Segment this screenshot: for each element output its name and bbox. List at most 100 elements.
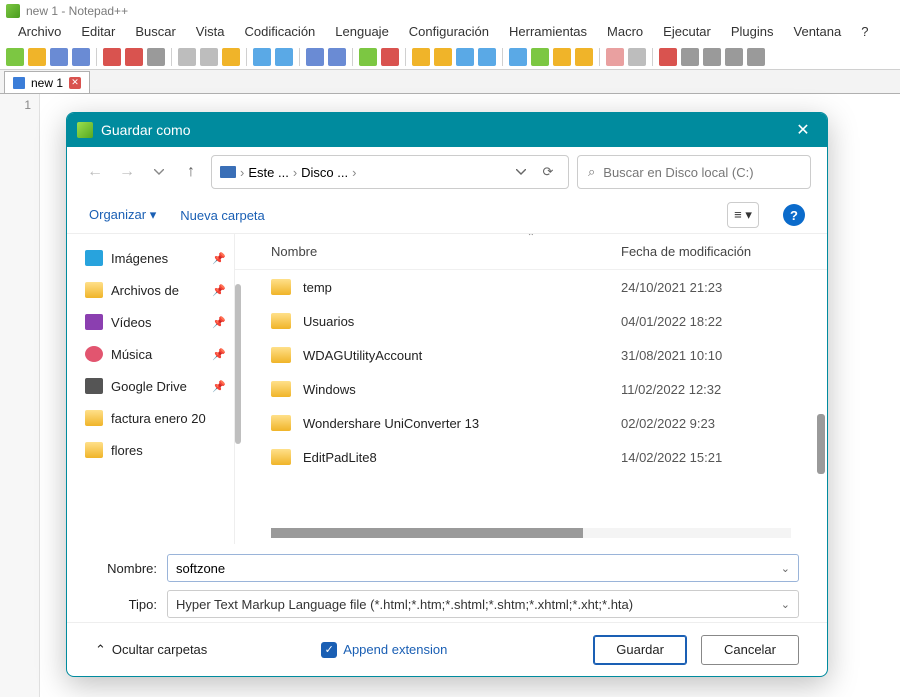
print-icon[interactable] xyxy=(147,48,165,66)
menu-vista[interactable]: Vista xyxy=(186,22,235,44)
cancel-button[interactable]: Cancelar xyxy=(701,635,799,665)
menu-ejecutar[interactable]: Ejecutar xyxy=(653,22,721,44)
menu-ventana[interactable]: Ventana xyxy=(784,22,852,44)
open-file-icon[interactable] xyxy=(28,48,46,66)
column-date[interactable]: Fecha de modificación xyxy=(621,244,811,259)
sidebar-item[interactable]: Google Drive📌 xyxy=(67,370,234,402)
menu-codificación[interactable]: Codificación xyxy=(234,22,325,44)
nav-up-icon[interactable]: ↑ xyxy=(179,160,203,184)
new-folder-button[interactable]: Nueva carpeta xyxy=(180,208,265,223)
indent-icon[interactable] xyxy=(509,48,527,66)
crumb-disk[interactable]: Disco ... xyxy=(301,165,348,180)
document-tabs: new 1 ✕ xyxy=(0,70,900,94)
close-all-icon[interactable] xyxy=(125,48,143,66)
sidebar-item[interactable]: factura enero 20 xyxy=(67,402,234,434)
play-icon[interactable] xyxy=(703,48,721,66)
stop-icon[interactable] xyxy=(681,48,699,66)
filetype-select[interactable]: Hyper Text Markup Language file (*.html;… xyxy=(167,590,799,618)
menu-editar[interactable]: Editar xyxy=(71,22,125,44)
refresh-icon[interactable]: ⟳ xyxy=(536,160,560,184)
menu-configuración[interactable]: Configuración xyxy=(399,22,499,44)
sidebar-label: Imágenes xyxy=(111,251,168,266)
menu-plugins[interactable]: Plugins xyxy=(721,22,784,44)
folder-icon[interactable] xyxy=(412,48,430,66)
filetype-dropdown-icon[interactable]: ⌄ xyxy=(781,598,790,611)
map-icon[interactable] xyxy=(575,48,593,66)
close-button[interactable]: ✕ xyxy=(789,116,817,144)
new-file-icon[interactable] xyxy=(6,48,24,66)
file-row[interactable]: Windows11/02/2022 12:32 xyxy=(235,372,827,406)
folder-icon xyxy=(85,314,103,330)
sidebar-label: Música xyxy=(111,347,152,362)
dialog-title: Guardar como xyxy=(101,122,190,138)
zoom-in-icon[interactable] xyxy=(359,48,377,66)
func-icon[interactable] xyxy=(553,48,571,66)
sidebar-item[interactable]: Vídeos📌 xyxy=(67,306,234,338)
column-name[interactable]: Nombre xyxy=(271,244,621,259)
filename-history-icon[interactable]: ⌄ xyxy=(781,562,790,575)
cut-icon[interactable] xyxy=(178,48,196,66)
folder-icon xyxy=(85,442,103,458)
find-icon[interactable] xyxy=(306,48,324,66)
breadcrumb-bar[interactable]: › Este ... › Disco ... › ⟳ xyxy=(211,155,569,189)
misc-icon[interactable] xyxy=(628,48,646,66)
file-row[interactable]: temp24/10/2021 21:23 xyxy=(235,270,827,304)
sidebar-item[interactable]: Archivos de📌 xyxy=(67,274,234,306)
file-row[interactable]: Wondershare UniConverter 1302/02/2022 9:… xyxy=(235,406,827,440)
nav-recent-icon[interactable] xyxy=(147,160,171,184)
tab-close-icon[interactable]: ✕ xyxy=(69,77,81,89)
append-extension-checkbox[interactable]: ✓ Append extension xyxy=(321,642,447,658)
fast-icon[interactable] xyxy=(725,48,743,66)
redo-icon[interactable] xyxy=(275,48,293,66)
help-button[interactable]: ? xyxy=(783,204,805,226)
file-row[interactable]: EditPadLite814/02/2022 15:21 xyxy=(235,440,827,474)
file-name: Usuarios xyxy=(303,314,621,329)
menu-buscar[interactable]: Buscar xyxy=(125,22,185,44)
folder2-icon[interactable] xyxy=(434,48,452,66)
filename-input[interactable]: softzone ⌄ xyxy=(167,554,799,582)
view-mode-button[interactable]: ≡ ▾ xyxy=(727,202,759,228)
save-macro-icon[interactable] xyxy=(747,48,765,66)
folder-icon xyxy=(271,449,291,465)
nav-forward-icon[interactable]: → xyxy=(115,160,139,184)
menu-macro[interactable]: Macro xyxy=(597,22,653,44)
vertical-scrollbar[interactable] xyxy=(817,414,825,474)
menu-herramientas[interactable]: Herramientas xyxy=(499,22,597,44)
menu-?[interactable]: ? xyxy=(851,22,878,44)
crumb-dropdown-icon[interactable] xyxy=(516,169,526,175)
sidebar-item[interactable]: flores xyxy=(67,434,234,466)
file-name: WDAGUtilityAccount xyxy=(303,348,621,363)
horizontal-scrollbar[interactable] xyxy=(271,528,791,538)
record-icon[interactable] xyxy=(659,48,677,66)
column-headers[interactable]: ⌃ Nombre Fecha de modificación xyxy=(235,234,827,270)
wrap-icon[interactable] xyxy=(456,48,474,66)
save-button[interactable]: Guardar xyxy=(593,635,687,665)
rec-icon[interactable] xyxy=(606,48,624,66)
paste-icon[interactable] xyxy=(222,48,240,66)
file-date: 14/02/2022 15:21 xyxy=(621,450,811,465)
organize-button[interactable]: Organizar ▾ xyxy=(89,207,156,223)
undo-icon[interactable] xyxy=(253,48,271,66)
save-all-icon[interactable] xyxy=(72,48,90,66)
file-date: 04/01/2022 18:22 xyxy=(621,314,811,329)
save-icon[interactable] xyxy=(50,48,68,66)
zoom-out-icon[interactable] xyxy=(381,48,399,66)
tab-new1[interactable]: new 1 ✕ xyxy=(4,71,90,93)
crumb-pc[interactable]: Este ... xyxy=(248,165,288,180)
file-row[interactable]: WDAGUtilityAccount31/08/2021 10:10 xyxy=(235,338,827,372)
sidebar-label: flores xyxy=(111,443,143,458)
lang-icon[interactable] xyxy=(531,48,549,66)
sidebar-item[interactable]: Imágenes📌 xyxy=(67,242,234,274)
menu-lenguaje[interactable]: Lenguaje xyxy=(325,22,399,44)
replace-icon[interactable] xyxy=(328,48,346,66)
sidebar-scrollbar[interactable] xyxy=(235,284,241,444)
close-icon[interactable] xyxy=(103,48,121,66)
sidebar-item[interactable]: Música📌 xyxy=(67,338,234,370)
copy-icon[interactable] xyxy=(200,48,218,66)
menu-archivo[interactable]: Archivo xyxy=(8,22,71,44)
file-row[interactable]: Usuarios04/01/2022 18:22 xyxy=(235,304,827,338)
guides-icon[interactable] xyxy=(478,48,496,66)
hide-folders-toggle[interactable]: ⌃ Ocultar carpetas xyxy=(95,642,207,658)
search-input[interactable]: ⌕ Buscar en Disco local (C:) xyxy=(577,155,811,189)
nav-back-icon[interactable]: ← xyxy=(83,160,107,184)
